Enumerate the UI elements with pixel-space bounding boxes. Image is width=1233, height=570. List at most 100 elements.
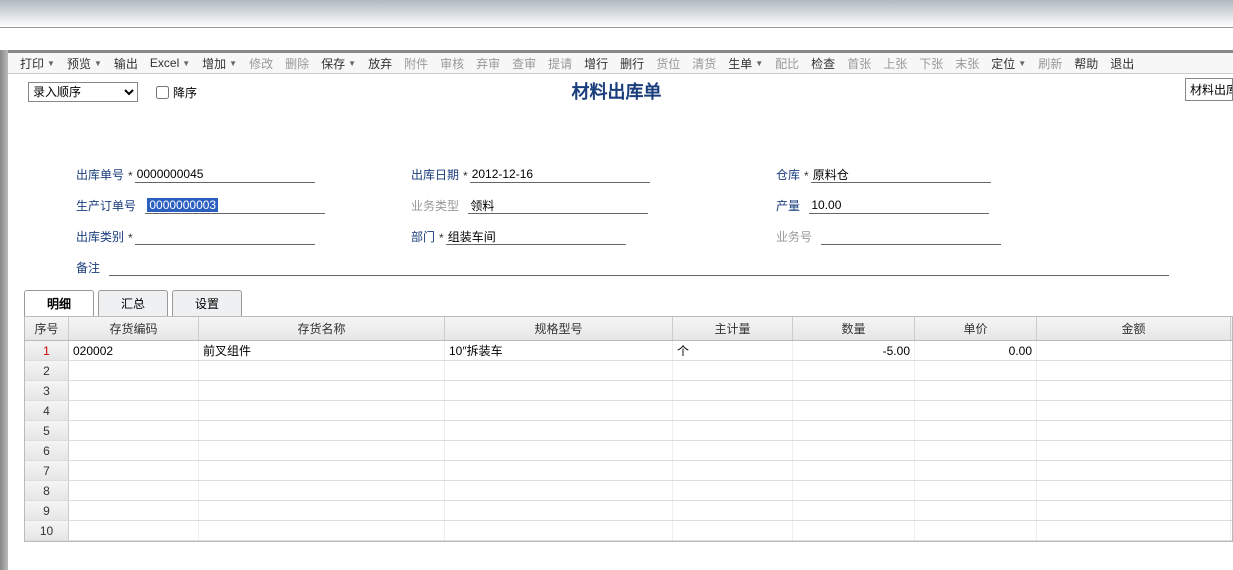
input-dept[interactable] — [446, 229, 626, 245]
cell-empty[interactable] — [673, 361, 793, 380]
toolbar-Excel[interactable]: Excel▼ — [144, 52, 196, 74]
cell-empty[interactable] — [673, 501, 793, 520]
row-number[interactable]: 2 — [25, 361, 69, 380]
table-row[interactable]: 9 — [25, 501, 1232, 521]
table-row[interactable]: 7 — [25, 461, 1232, 481]
col-header-2[interactable]: 存货名称 — [199, 317, 445, 340]
cell-empty[interactable] — [793, 521, 915, 540]
cell-empty[interactable] — [199, 401, 445, 420]
cell-empty[interactable] — [445, 501, 673, 520]
cell-empty[interactable] — [1037, 501, 1231, 520]
table-row[interactable]: 3 — [25, 381, 1232, 401]
toolbar-检查[interactable]: 检查 — [805, 52, 841, 74]
descending-checkbox-wrap[interactable]: 降序 — [156, 84, 197, 101]
cell-empty[interactable] — [673, 481, 793, 500]
row-number[interactable]: 4 — [25, 401, 69, 420]
toolbar-定位[interactable]: 定位▼ — [985, 52, 1032, 74]
cell-empty[interactable] — [793, 361, 915, 380]
cell-price[interactable]: 0.00 — [915, 341, 1037, 360]
col-header-3[interactable]: 规格型号 — [445, 317, 673, 340]
cell-empty[interactable] — [915, 481, 1037, 500]
toolbar-增行[interactable]: 增行 — [578, 52, 614, 74]
cell-empty[interactable] — [1037, 361, 1231, 380]
cell-empty[interactable] — [69, 521, 199, 540]
cell-empty[interactable] — [445, 521, 673, 540]
col-header-0[interactable]: 序号 — [25, 317, 69, 340]
toolbar-打印[interactable]: 打印▼ — [14, 52, 61, 74]
input-out-class[interactable] — [135, 229, 315, 245]
cell-code[interactable]: 020002 — [69, 341, 199, 360]
cell-name[interactable]: 前叉组件 — [199, 341, 445, 360]
input-remark[interactable] — [109, 260, 1169, 276]
cell-empty[interactable] — [1037, 381, 1231, 400]
cell-empty[interactable] — [199, 381, 445, 400]
table-row[interactable]: 6 — [25, 441, 1232, 461]
cell-empty[interactable] — [199, 441, 445, 460]
tab-汇总[interactable]: 汇总 — [98, 290, 168, 316]
cell-empty[interactable] — [1037, 521, 1231, 540]
cell-empty[interactable] — [793, 381, 915, 400]
toolbar-预览[interactable]: 预览▼ — [61, 52, 108, 74]
input-biz-no[interactable] — [821, 229, 1001, 245]
table-row[interactable]: 5 — [25, 421, 1232, 441]
cell-empty[interactable] — [69, 421, 199, 440]
cell-spec[interactable]: 10″拆装车 — [445, 341, 673, 360]
cell-empty[interactable] — [1037, 401, 1231, 420]
cell-empty[interactable] — [793, 501, 915, 520]
row-number[interactable]: 10 — [25, 521, 69, 540]
toolbar-保存[interactable]: 保存▼ — [315, 52, 362, 74]
table-row[interactable]: 1020002前叉组件10″拆装车个-5.000.00 — [25, 341, 1232, 361]
cell-empty[interactable] — [673, 381, 793, 400]
input-warehouse[interactable] — [811, 167, 991, 183]
col-header-5[interactable]: 数量 — [793, 317, 915, 340]
row-number[interactable]: 7 — [25, 461, 69, 480]
col-header-7[interactable]: 金额 — [1037, 317, 1231, 340]
cell-empty[interactable] — [915, 441, 1037, 460]
cell-empty[interactable] — [793, 481, 915, 500]
cell-empty[interactable] — [69, 501, 199, 520]
toolbar-输出[interactable]: 输出 — [108, 52, 144, 74]
row-number[interactable]: 3 — [25, 381, 69, 400]
cell-empty[interactable] — [1037, 421, 1231, 440]
input-output[interactable] — [809, 198, 989, 214]
toolbar-退出[interactable]: 退出 — [1104, 52, 1140, 74]
cell-empty[interactable] — [69, 461, 199, 480]
row-number[interactable]: 5 — [25, 421, 69, 440]
cell-empty[interactable] — [1037, 441, 1231, 460]
cell-empty[interactable] — [199, 461, 445, 480]
toolbar-删行[interactable]: 删行 — [614, 52, 650, 74]
descending-checkbox[interactable] — [156, 86, 169, 99]
input-out-date[interactable] — [470, 167, 650, 183]
row-number[interactable]: 1 — [25, 341, 69, 360]
cell-empty[interactable] — [445, 441, 673, 460]
cell-empty[interactable] — [69, 441, 199, 460]
col-header-6[interactable]: 单价 — [915, 317, 1037, 340]
cell-empty[interactable] — [793, 461, 915, 480]
cell-empty[interactable] — [915, 521, 1037, 540]
cell-amt[interactable] — [1037, 341, 1231, 360]
cell-unit[interactable]: 个 — [673, 341, 793, 360]
cell-empty[interactable] — [673, 461, 793, 480]
cell-empty[interactable] — [1037, 481, 1231, 500]
cell-empty[interactable] — [199, 481, 445, 500]
cell-empty[interactable] — [915, 361, 1037, 380]
cell-empty[interactable] — [445, 421, 673, 440]
cell-empty[interactable] — [69, 401, 199, 420]
table-row[interactable]: 4 — [25, 401, 1232, 421]
cell-empty[interactable] — [793, 421, 915, 440]
tab-设置[interactable]: 设置 — [172, 290, 242, 316]
cell-empty[interactable] — [445, 481, 673, 500]
row-number[interactable]: 9 — [25, 501, 69, 520]
tab-明细[interactable]: 明细 — [24, 290, 94, 316]
table-row[interactable]: 8 — [25, 481, 1232, 501]
cell-empty[interactable] — [793, 441, 915, 460]
cell-empty[interactable] — [915, 501, 1037, 520]
cell-empty[interactable] — [915, 421, 1037, 440]
cell-qty[interactable]: -5.00 — [793, 341, 915, 360]
cell-empty[interactable] — [793, 401, 915, 420]
cell-empty[interactable] — [69, 481, 199, 500]
input-out-no[interactable] — [135, 167, 315, 183]
cell-empty[interactable] — [69, 361, 199, 380]
cell-empty[interactable] — [199, 421, 445, 440]
toolbar-生单[interactable]: 生单▼ — [722, 52, 769, 74]
